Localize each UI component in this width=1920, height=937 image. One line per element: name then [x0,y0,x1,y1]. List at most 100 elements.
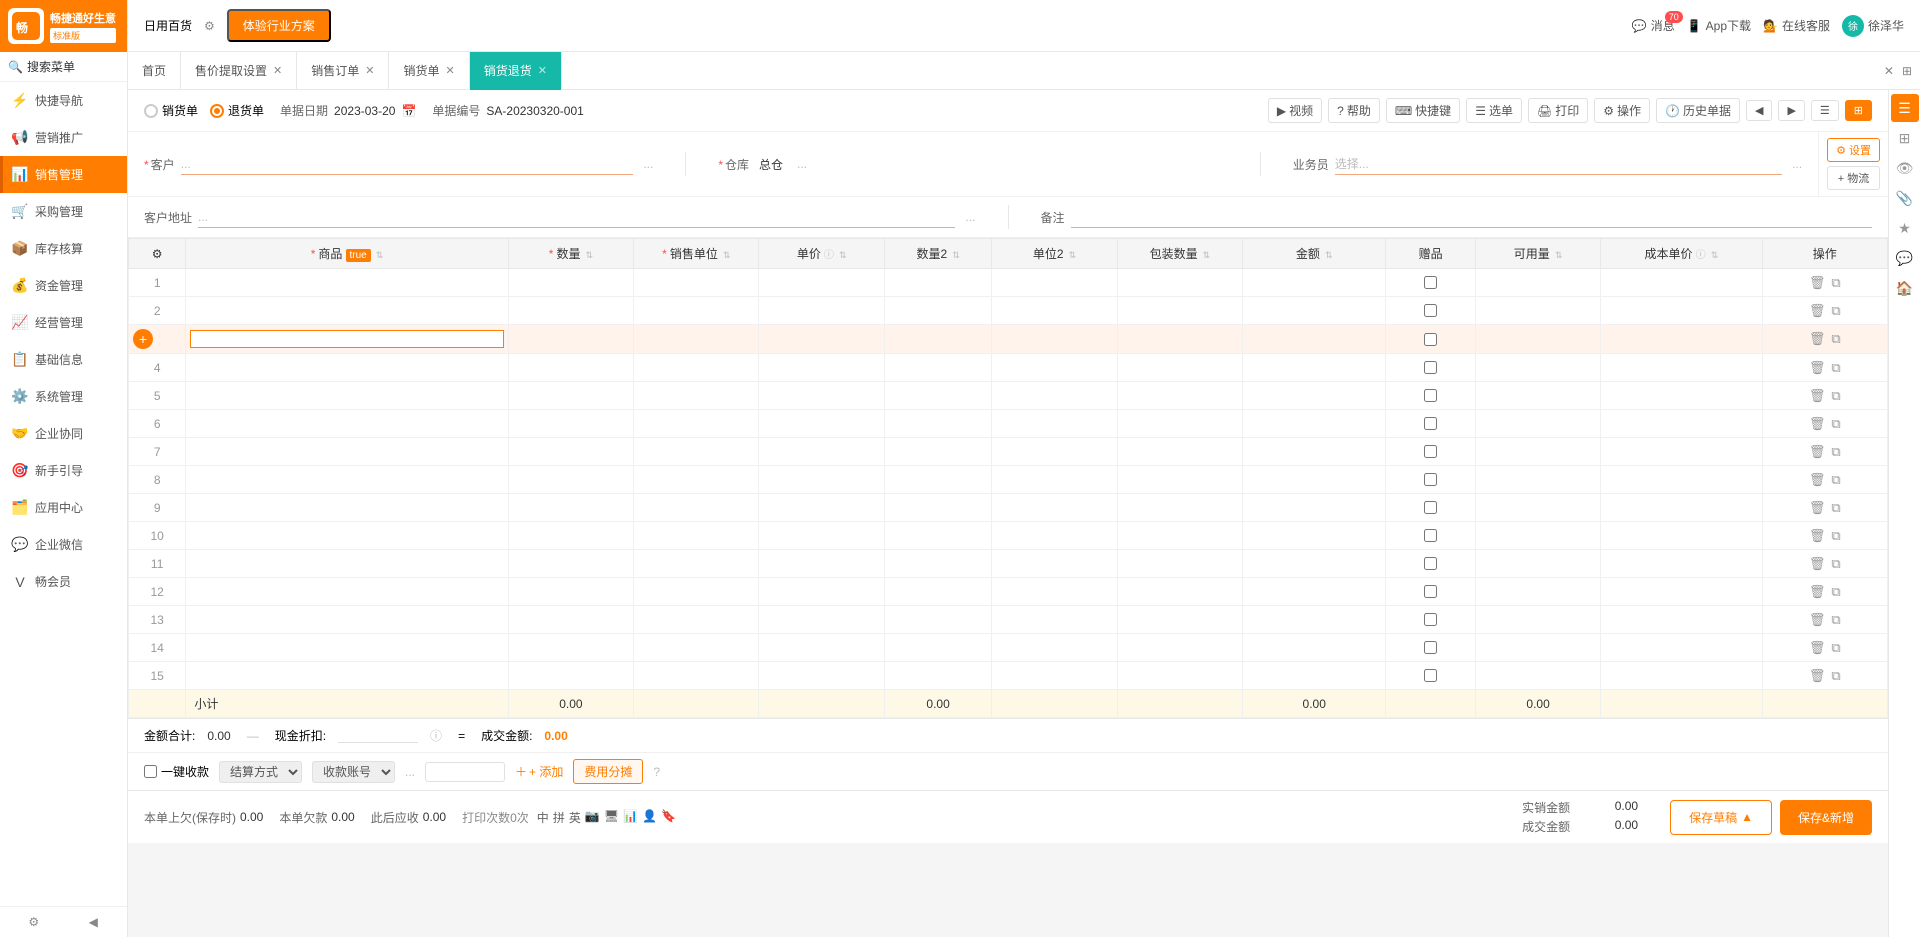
copy-icon[interactable]: ⧉ [1831,584,1840,600]
cost-cell[interactable] [1601,354,1762,382]
product-cell[interactable] [186,494,508,522]
qty2-cell[interactable] [884,522,991,550]
avail-cell[interactable] [1475,269,1600,297]
right-panel-btn-5[interactable]: ★ [1891,214,1919,242]
unit2-cell[interactable] [992,354,1117,382]
help-btn[interactable]: ? 帮助 [1328,98,1380,123]
qty-cell[interactable] [508,297,633,325]
gift-checkbox[interactable] [1424,501,1437,514]
product-cell[interactable] [186,550,508,578]
qty-cell[interactable] [508,269,633,297]
qty-cell[interactable] [508,550,633,578]
qty-cell[interactable] [508,578,633,606]
avail-cell[interactable] [1475,466,1600,494]
add-row-button[interactable]: + [133,329,153,349]
unit-cell[interactable] [634,354,759,382]
cash-discount-input[interactable] [338,728,418,743]
amount-cell[interactable] [1243,410,1386,438]
qty2-cell[interactable] [884,325,991,354]
gift-cell[interactable] [1386,466,1476,494]
settings-icon[interactable]: ⚙ [204,19,215,33]
delete-icon[interactable]: 🗑 [1809,331,1826,347]
copy-icon[interactable]: ⧉ [1831,668,1840,684]
copy-icon[interactable]: ⧉ [1831,640,1840,656]
avail-cell[interactable] [1475,438,1600,466]
price-cell[interactable] [759,578,884,606]
save-draft-button[interactable]: 保存草稿 ▲ [1670,800,1772,835]
qty2-cell[interactable] [884,438,991,466]
tab-price[interactable]: 售价提取设置 ✕ [181,52,297,90]
gift-checkbox[interactable] [1424,333,1437,346]
unit-cell[interactable] [634,466,759,494]
unit-cell[interactable] [634,269,759,297]
right-panel-btn-7[interactable]: 🏠 [1891,274,1919,302]
product-cell[interactable] [186,662,508,690]
avail-cell[interactable] [1475,606,1600,634]
price-cell[interactable] [759,325,884,354]
tab-grid-icon[interactable]: ⊞ [1902,64,1912,78]
gift-checkbox[interactable] [1424,613,1437,626]
cost-cell[interactable] [1601,466,1762,494]
amount-cell[interactable] [1243,269,1386,297]
sidebar-item-apps[interactable]: 🗂️ 应用中心 [0,489,127,526]
tab-close-icon[interactable]: ✕ [446,64,455,77]
unit2-cell[interactable] [992,269,1117,297]
pkg-cell[interactable] [1117,634,1242,662]
product-cell[interactable] [186,325,508,354]
price-cell[interactable] [759,522,884,550]
qty2-cell[interactable] [884,494,991,522]
price-cell[interactable] [759,297,884,325]
right-panel-btn-1[interactable]: ☰ [1891,94,1919,122]
copy-icon[interactable]: ⧉ [1831,500,1840,516]
avail-cell[interactable] [1475,494,1600,522]
sidebar-item-quicknav[interactable]: ⚡ 快捷导航 [0,82,127,119]
camera-btn[interactable]: 📷 [585,809,600,826]
sidebar-item-sales[interactable]: 📊 销售管理 [0,156,127,193]
gift-checkbox[interactable] [1424,276,1437,289]
gift-checkbox[interactable] [1424,304,1437,317]
pkg-cell[interactable] [1117,662,1242,690]
qty-cell[interactable] [508,494,633,522]
shortcut-btn[interactable]: ⌨ 快捷键 [1386,98,1460,123]
qty2-cell[interactable] [884,297,991,325]
delete-icon[interactable]: 🗑 [1809,584,1826,600]
scan-badge[interactable]: true [346,249,371,262]
product-cell[interactable] [186,634,508,662]
user-btn[interactable]: 👤 [642,809,657,826]
avail-cell[interactable] [1475,522,1600,550]
en-btn[interactable]: 英 [569,809,581,826]
account-dots[interactable]: ... [405,765,415,779]
unit-cell[interactable] [634,494,759,522]
price-cell[interactable] [759,634,884,662]
unit2-cell[interactable] [992,325,1117,354]
avail-cell[interactable] [1475,662,1600,690]
experience-button[interactable]: 体验行业方案 [227,9,331,42]
price-cell[interactable] [759,662,884,690]
unit-cell[interactable] [634,410,759,438]
avail-cell[interactable] [1475,634,1600,662]
product-cell[interactable] [186,382,508,410]
unit2-cell[interactable] [992,606,1117,634]
delete-icon[interactable]: 🗑 [1809,612,1826,628]
note-input[interactable] [1071,207,1872,228]
prev-btn[interactable]: ◀ [1746,100,1772,121]
radio-return[interactable]: 退货单 [210,102,264,119]
cost-cell[interactable] [1601,578,1762,606]
unit-cell[interactable] [634,297,759,325]
tab-close-icon[interactable]: ✕ [538,64,547,77]
unit-cell[interactable] [634,578,759,606]
message-button[interactable]: 💬 消息 70 [1632,17,1675,34]
split-btn[interactable]: 费用分摊 [573,759,643,784]
unit2-cell[interactable] [992,494,1117,522]
product-cell[interactable] [186,269,508,297]
copy-icon[interactable]: ⧉ [1831,612,1840,628]
tab-close-all-icon[interactable]: ✕ [1884,64,1894,78]
video-btn[interactable]: ▶ 视频 [1268,98,1322,123]
sidebar-item-search[interactable]: 🔍 搜索菜单 [0,52,127,82]
unit2-cell[interactable] [992,297,1117,325]
qty2-cell[interactable] [884,662,991,690]
unit-cell[interactable] [634,634,759,662]
right-panel-btn-4[interactable]: 📎 [1891,184,1919,212]
gift-cell[interactable] [1386,354,1476,382]
amount-cell[interactable] [1243,578,1386,606]
